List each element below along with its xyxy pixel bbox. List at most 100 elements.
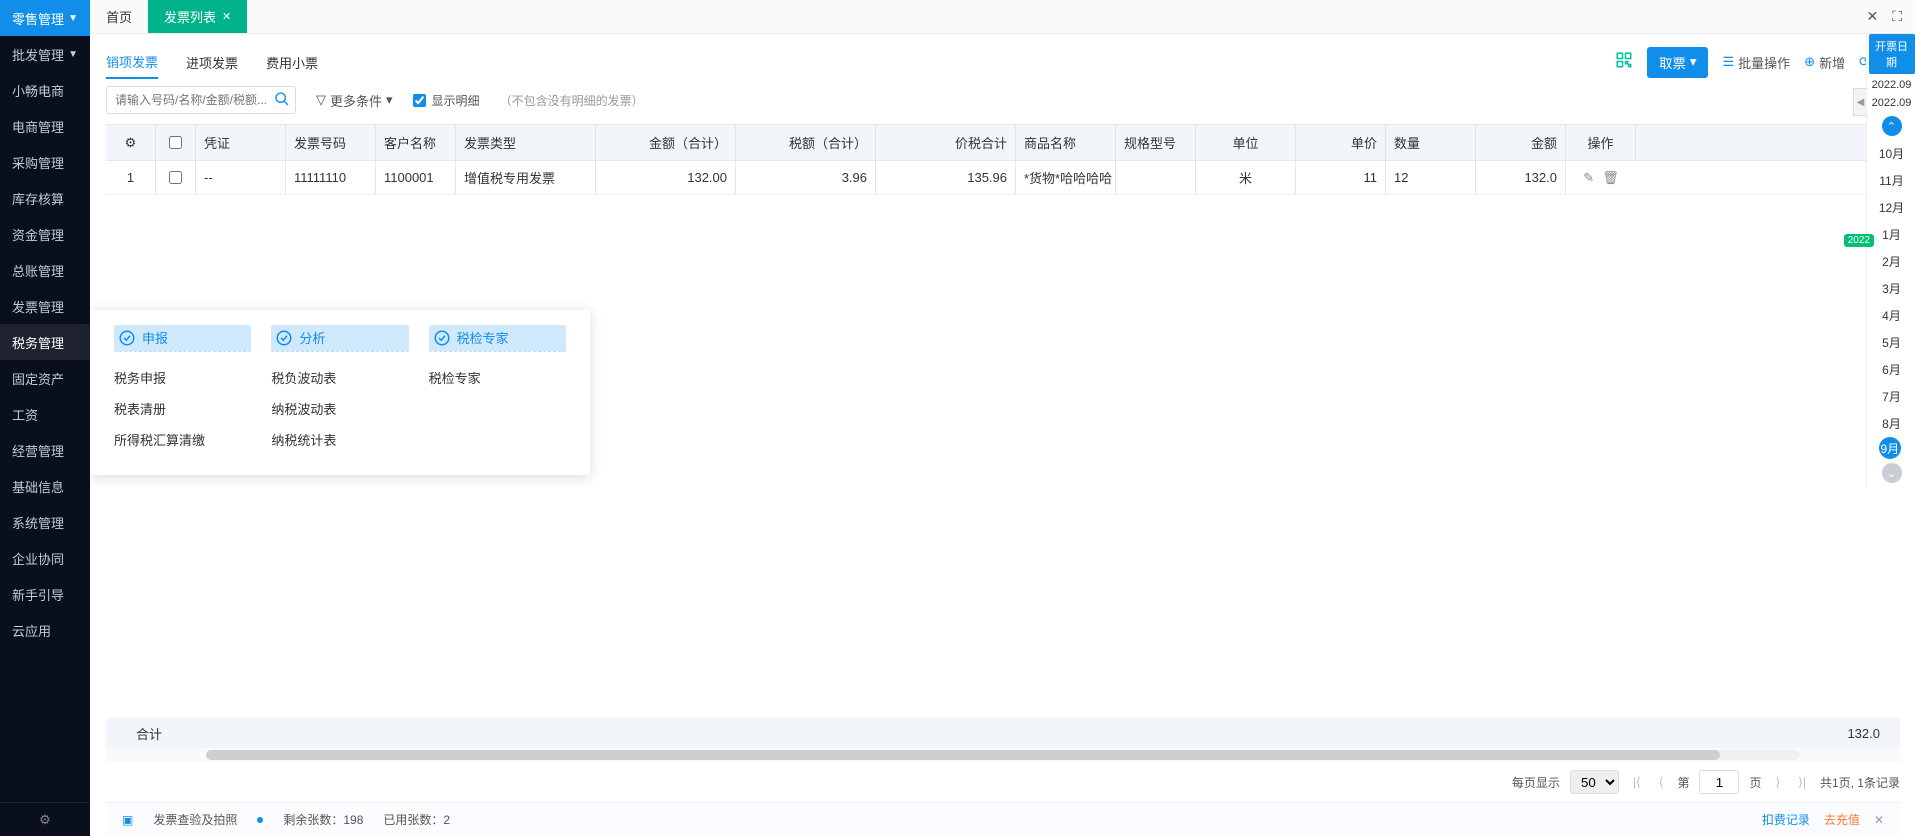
month-item[interactable]: 11月 (1879, 167, 1904, 194)
col-invno[interactable]: 发票号码 (286, 125, 376, 160)
month-item[interactable]: 3月 (1879, 275, 1904, 302)
sidebar-item[interactable]: 固定资产 (0, 360, 90, 396)
next-page[interactable]: ⟩ (1771, 775, 1784, 789)
horizontal-scrollbar[interactable] (106, 748, 1900, 762)
page-input[interactable] (1699, 770, 1739, 794)
col-spec[interactable]: 规格型号 (1116, 125, 1196, 160)
col-voucher[interactable]: 凭证 (196, 125, 286, 160)
col-product[interactable]: 商品名称 (1016, 125, 1116, 160)
tab-invoice-list[interactable]: 发票列表 ✕ (148, 0, 247, 33)
more-conditions[interactable]: ▽ 更多条件 ▾ (316, 91, 393, 110)
col-amt2[interactable]: 金额 (1476, 125, 1566, 160)
edit-icon[interactable]: ✎ (1583, 170, 1594, 186)
add-action[interactable]: ⊕新增 (1804, 53, 1845, 72)
month-item[interactable]: 2月 (1879, 248, 1904, 275)
sidebar-item[interactable]: 零售管理▼ (0, 0, 90, 36)
expand-icon[interactable]: ◀ (1853, 88, 1867, 116)
search-input[interactable] (106, 86, 296, 114)
qrcode-icon[interactable] (1615, 51, 1633, 74)
row-checkbox[interactable] (156, 161, 196, 194)
flyout-item[interactable]: 税检专家 (429, 362, 566, 393)
search-icon[interactable] (274, 91, 290, 110)
subtab-purchase-invoice[interactable]: 进项发票 (186, 47, 238, 78)
last-page[interactable]: ⟩| (1794, 775, 1810, 789)
flyout-item[interactable]: 所得税汇算清缴 (114, 424, 251, 455)
sidebar-item[interactable]: 资金管理 (0, 216, 90, 252)
sidebar-item[interactable]: 企业协同 (0, 540, 90, 576)
filter-row: ▽ 更多条件 ▾ 显示明细 （不包含没有明细的发票） (106, 80, 1900, 120)
plus-icon: ⊕ (1804, 54, 1815, 70)
sidebar-item[interactable]: 工资 (0, 396, 90, 432)
checkbox-column[interactable] (156, 125, 196, 160)
sidebar-item[interactable]: 基础信息 (0, 468, 90, 504)
sidebar-item[interactable]: 经营管理 (0, 432, 90, 468)
flyout-item[interactable]: 税表清册 (114, 393, 251, 424)
sidebar-item[interactable]: 采购管理 (0, 144, 90, 180)
month-item[interactable]: 12月 (1879, 194, 1904, 221)
prev-page[interactable]: ⟨ (1655, 775, 1668, 789)
month-item[interactable]: 1月 (1879, 221, 1904, 248)
sidebar-item[interactable]: 发票管理 (0, 288, 90, 324)
subtab-sales-invoice[interactable]: 销项发票 (106, 46, 158, 79)
month-item[interactable]: 6月 (1879, 356, 1904, 383)
sidebar-item[interactable]: 总账管理 (0, 252, 90, 288)
sidebar-item[interactable]: 批发管理▼ (0, 36, 90, 72)
scroll-up-icon[interactable]: ⌃ (1882, 116, 1902, 136)
delete-icon[interactable]: 🗑 (1602, 170, 1619, 186)
sidebar-item[interactable]: 税务管理 (0, 324, 90, 360)
subtabs: 销项发票 进项发票 费用小票 取票 ▾ ☰批量操作 ⊕新增 ⟳刷新 (106, 44, 1900, 80)
close-icon[interactable]: ✕ (222, 10, 231, 23)
sidebar-item[interactable]: 库存核算 (0, 180, 90, 216)
fetch-button[interactable]: 取票 ▾ (1647, 47, 1708, 78)
fullscreen-icon[interactable]: ⛶ (1892, 8, 1902, 25)
sidebar-item[interactable]: 云应用 (0, 612, 90, 648)
col-amount[interactable]: 金额（合计） (596, 125, 736, 160)
show-detail-checkbox[interactable]: 显示明细 (413, 92, 480, 109)
checkbox-input[interactable] (413, 94, 426, 107)
col-qty[interactable]: 数量 (1386, 125, 1476, 160)
flyout-item[interactable]: 税务申报 (114, 362, 251, 393)
col-unit[interactable]: 单位 (1196, 125, 1296, 160)
col-customer[interactable]: 客户名称 (376, 125, 456, 160)
sidebar-item[interactable]: 电商管理 (0, 108, 90, 144)
flyout-item[interactable]: 税负波动表 (271, 362, 408, 393)
date-year-from[interactable]: 2022.09 (1872, 76, 1912, 94)
flyout-item[interactable]: 纳税波动表 (271, 393, 408, 424)
first-page[interactable]: |⟨ (1629, 775, 1645, 789)
sidebar-item[interactable]: 新手引导 (0, 576, 90, 612)
sidebar-item-label: 固定资产 (12, 369, 64, 388)
batch-action[interactable]: ☰批量操作 (1722, 53, 1790, 72)
month-item[interactable]: 5月 (1879, 329, 1904, 356)
month-item[interactable]: 10月 (1879, 140, 1904, 167)
perpage-select[interactable]: 50 (1570, 770, 1619, 794)
sidebar-item[interactable]: 小畅电商 (0, 72, 90, 108)
tab-home[interactable]: 首页 (90, 0, 148, 33)
flyout-item[interactable]: 纳税统计表 (271, 424, 408, 455)
sidebar-settings[interactable] (0, 802, 90, 836)
row-amt2: 132.0 (1476, 161, 1566, 194)
page-suffix: 页 (1749, 774, 1761, 791)
close-icon[interactable]: ✕ (1866, 8, 1878, 25)
col-type[interactable]: 发票类型 (456, 125, 596, 160)
close-icon[interactable]: ✕ (1874, 813, 1884, 827)
scrollbar-thumb[interactable] (206, 750, 1720, 760)
col-tax[interactable]: 税额（合计） (736, 125, 876, 160)
recharge-link[interactable]: 去充值 (1824, 811, 1860, 828)
deduction-record-link[interactable]: 扣费记录 (1762, 811, 1810, 828)
sidebar-item[interactable]: 系统管理 (0, 504, 90, 540)
sidebar-item-label: 总账管理 (12, 261, 64, 280)
col-total[interactable]: 价税合计 (876, 125, 1016, 160)
scroll-down-icon[interactable]: ⌄ (1882, 463, 1902, 483)
month-item[interactable]: 4月 (1879, 302, 1904, 329)
month-item[interactable]: 8月 (1879, 410, 1904, 437)
col-price[interactable]: 单价 (1296, 125, 1386, 160)
month-item[interactable]: 9月 (1879, 437, 1901, 459)
sidebar-item-label: 企业协同 (12, 549, 64, 568)
month-item[interactable]: 7月 (1879, 383, 1904, 410)
date-year-to[interactable]: 2022.09 (1872, 94, 1912, 112)
table-row[interactable]: 1--111111101100001增值税专用发票132.003.96135.9… (106, 161, 1900, 195)
info-dot-icon[interactable] (257, 817, 263, 823)
select-all-checkbox[interactable] (169, 136, 182, 149)
gear-column[interactable] (106, 125, 156, 160)
subtab-expense-receipt[interactable]: 费用小票 (266, 47, 318, 78)
